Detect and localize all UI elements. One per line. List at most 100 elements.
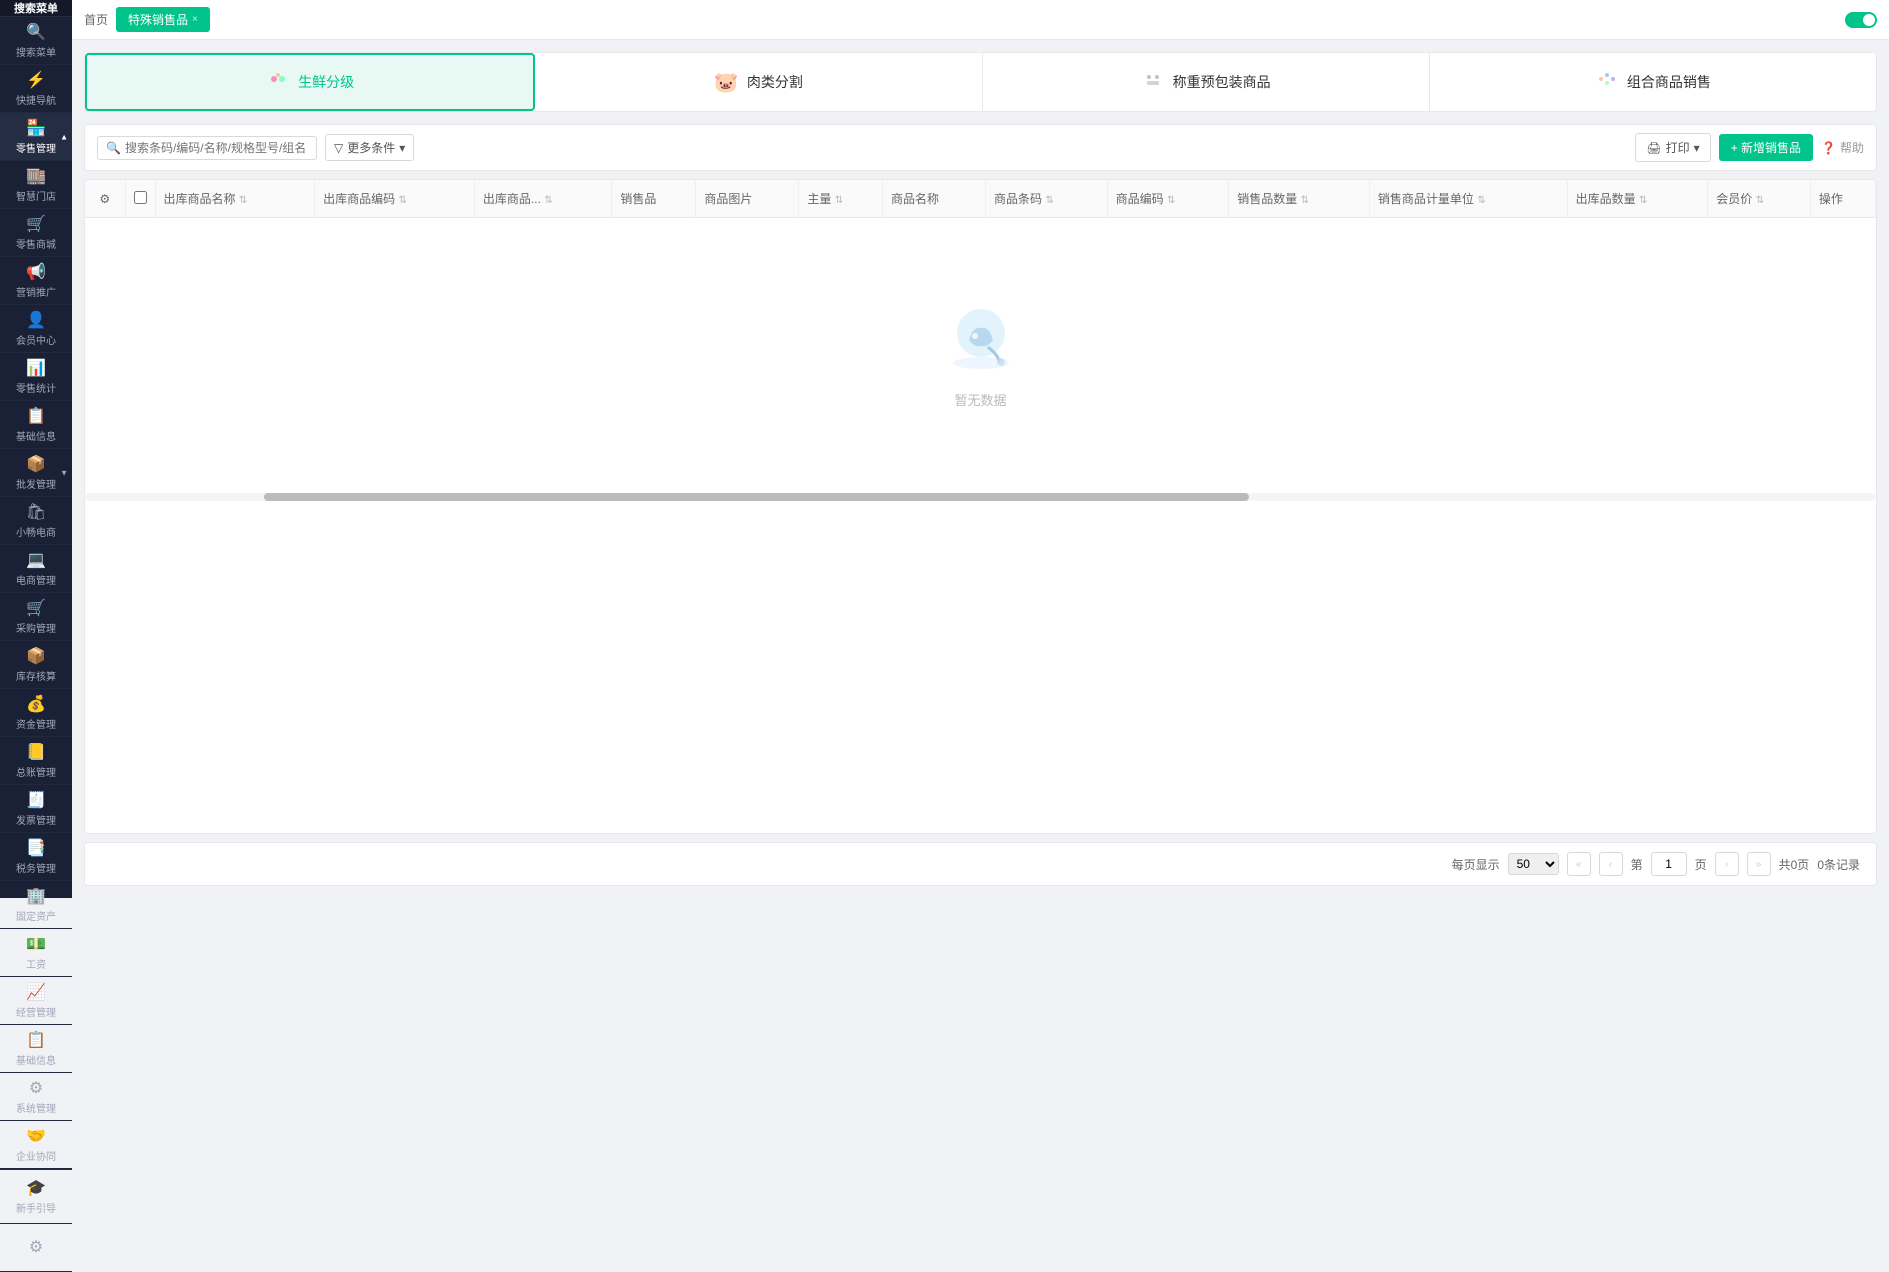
sidebar-item-capital-mgmt[interactable]: 💰 资金管理 <box>0 689 72 737</box>
search-box[interactable]: 🔍 <box>97 136 317 160</box>
cat-tab-fresh-grade[interactable]: 生鲜分级 <box>85 53 535 111</box>
home-link[interactable]: 首页 <box>84 11 108 28</box>
sidebar-item-basic-info[interactable]: 📋 基础信息 <box>0 401 72 449</box>
add-label: + 新增销售品 <box>1731 139 1801 156</box>
empty-text: 暂无数据 <box>954 390 1006 409</box>
main-content: 首页 特殊销售品 × 生鲜分级 🐷 <box>72 0 1889 898</box>
last-page-button[interactable]: » <box>1747 852 1771 876</box>
sort-icon[interactable]: ⇅ <box>1301 195 1309 206</box>
sidebar-item-search-menu[interactable]: 🔍 搜索菜单 <box>0 17 72 65</box>
settings-icon: ⚙ <box>29 1237 43 1257</box>
enterprise-coop-icon: 🤝 <box>26 1126 46 1146</box>
th-member-price: 会员价 ⇅ <box>1708 180 1811 218</box>
horizontal-scrollbar[interactable] <box>85 493 1876 501</box>
sidebar-item-purchase-mgmt[interactable]: 🛒 采购管理 <box>0 593 72 641</box>
th-outlet-name: 出库商品名称 ⇅ <box>155 180 315 218</box>
sidebar-item-label: 搜索菜单 <box>16 44 56 59</box>
add-sales-item-button[interactable]: + 新增销售品 <box>1719 134 1813 161</box>
quick-nav-icon: ⚡ <box>26 70 46 90</box>
sidebar-item-label: 税务管理 <box>16 860 56 875</box>
sidebar-item-sales-promo[interactable]: 📢 营销推广 <box>0 257 72 305</box>
sidebar-item-fixed-assets[interactable]: 🏢 固定资产 <box>0 881 72 929</box>
inventory-check-icon: 📦 <box>26 646 46 666</box>
expand-arrow-icon: ▼ <box>60 468 68 477</box>
sidebar-item-smart-store[interactable]: 🏬 智慧门店 <box>0 161 72 209</box>
sidebar-item-label: 系统管理 <box>16 1100 56 1115</box>
cat-tab-label: 称重预包装商品 <box>1173 72 1271 92</box>
sort-icon[interactable]: ⇅ <box>399 195 407 206</box>
prev-page-button[interactable]: ‹ <box>1599 852 1623 876</box>
sort-icon[interactable]: ⇅ <box>1477 195 1485 206</box>
sidebar-item-retail-mgmt[interactable]: 🏪 零售管理 ▲ <box>0 113 72 161</box>
sort-icon[interactable]: ⇅ <box>1045 195 1053 206</box>
sidebar-item-member-center[interactable]: 👤 会员中心 <box>0 305 72 353</box>
help-label: 帮助 <box>1840 139 1864 156</box>
help-button[interactable]: ❓ 帮助 <box>1821 139 1864 156</box>
sort-icon[interactable]: ⇅ <box>1167 195 1175 206</box>
search-icon: 🔍 <box>106 141 121 155</box>
filter-arrow: ▾ <box>399 141 405 155</box>
sidebar-item-label: 总账管理 <box>16 764 56 779</box>
sidebar-item-mini-ecommerce[interactable]: 🛍 小畅电商 <box>0 497 72 545</box>
page-suffix: 页 <box>1695 856 1707 873</box>
search-input[interactable] <box>125 141 305 155</box>
scrollbar-thumb[interactable] <box>264 493 1249 501</box>
print-label: 打印 <box>1666 139 1690 156</box>
sort-icon[interactable]: ⇅ <box>239 195 247 206</box>
general-ledger-icon: 📒 <box>26 742 46 762</box>
cat-tab-label: 肉类分割 <box>747 72 803 92</box>
per-page-select[interactable]: 50 10 20 100 <box>1508 853 1559 875</box>
sidebar-item-inventory-check[interactable]: 📦 库存核算 <box>0 641 72 689</box>
sidebar-item-basic-info2[interactable]: 📋 基础信息 <box>0 1025 72 1073</box>
fixed-assets-icon: 🏢 <box>26 886 46 906</box>
filter-button[interactable]: ▽ 更多条件 ▾ <box>325 134 414 161</box>
ecommerce-mgmt-icon: 💻 <box>26 550 46 570</box>
sidebar-item-general-ledger[interactable]: 📒 总账管理 <box>0 737 72 785</box>
sidebar-item-retail-stats[interactable]: 📊 零售统计 <box>0 353 72 401</box>
select-all-checkbox[interactable] <box>134 191 147 204</box>
cat-tab-weigh-pack[interactable]: 称重预包装商品 <box>983 53 1430 111</box>
sidebar-item-label: 营销推广 <box>16 284 56 299</box>
sidebar-item-wholesale-mgmt[interactable]: 📦 批发管理 ▼ <box>0 449 72 497</box>
weigh-pack-icon <box>1141 67 1165 97</box>
sidebar-item-label: 采购管理 <box>16 620 56 635</box>
print-button[interactable]: 🖨 打印 ▾ <box>1635 133 1710 162</box>
logo-text: 搜索菜单 <box>14 0 58 16</box>
sort-icon[interactable]: ⇅ <box>835 195 843 206</box>
print-icon: 🖨 <box>1646 141 1661 155</box>
th-outlet-code: 出库商品编码 ⇅ <box>315 180 475 218</box>
th-product-name: 商品名称 <box>882 180 985 218</box>
next-page-button[interactable]: › <box>1715 852 1739 876</box>
th-main-qty: 主量 ⇅ <box>799 180 883 218</box>
sidebar-item-enterprise-coop[interactable]: 🤝 企业协同 <box>0 1121 72 1169</box>
th-checkbox[interactable] <box>125 180 155 218</box>
total-records: 0条记录 <box>1817 856 1860 873</box>
page-input[interactable] <box>1651 852 1687 876</box>
sort-icon[interactable]: ⇅ <box>544 195 552 206</box>
toolbar-right: 🖨 打印 ▾ + 新增销售品 ❓ 帮助 <box>1635 133 1864 162</box>
sort-icon[interactable]: ⇅ <box>1756 195 1764 206</box>
cat-tab-combo-goods[interactable]: 组合商品销售 <box>1430 53 1876 111</box>
first-page-button[interactable]: « <box>1567 852 1591 876</box>
sidebar-item-operation-mgmt[interactable]: 📈 经营管理 <box>0 977 72 1025</box>
empty-state: 暂无数据 <box>85 218 1876 489</box>
retail-stats-icon: 📊 <box>26 358 46 378</box>
active-tab[interactable]: 特殊销售品 × <box>116 7 210 32</box>
sidebar-item-label: 资金管理 <box>16 716 56 731</box>
user-toggle[interactable] <box>1845 12 1877 28</box>
th-settings[interactable]: ⚙ <box>85 180 125 218</box>
sidebar-item-invoice-mgmt[interactable]: 🧾 发票管理 <box>0 785 72 833</box>
sidebar-item-quick-nav[interactable]: ⚡ 快捷导航 <box>0 65 72 113</box>
sidebar-item-system-mgmt[interactable]: ⚙ 系统管理 <box>0 1073 72 1121</box>
sidebar-item-newbie-guide[interactable]: 🎓 新手引导 <box>0 1170 72 1224</box>
sidebar-item-ecommerce-mgmt[interactable]: 💻 电商管理 <box>0 545 72 593</box>
combo-goods-icon <box>1595 67 1619 97</box>
sidebar-item-salary[interactable]: 💵 工资 <box>0 929 72 977</box>
sidebar-item-settings[interactable]: ⚙ <box>0 1224 72 1272</box>
th-product-code: 商品编码 ⇅ <box>1107 180 1229 218</box>
sort-icon[interactable]: ⇅ <box>1639 195 1647 206</box>
sidebar-item-tax-mgmt[interactable]: 📑 税务管理 <box>0 833 72 881</box>
close-tab-icon[interactable]: × <box>192 14 198 25</box>
sidebar-item-retail-mall[interactable]: 🛒 零售商城 <box>0 209 72 257</box>
cat-tab-meat-cut[interactable]: 🐷 肉类分割 <box>535 53 982 111</box>
